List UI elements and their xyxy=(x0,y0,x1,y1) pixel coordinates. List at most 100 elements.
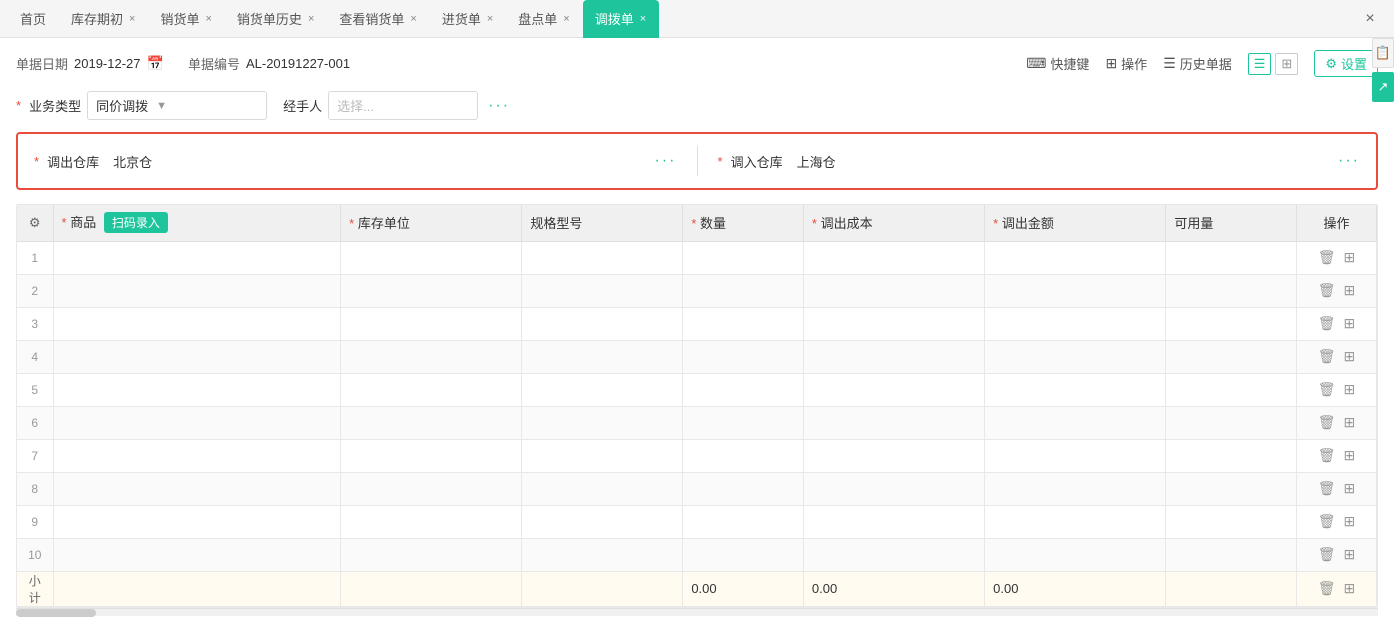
delete-row-icon[interactable]: 🗑 xyxy=(1318,315,1336,332)
row-product[interactable] xyxy=(53,472,341,505)
tab-inventory-init-close[interactable]: × xyxy=(129,13,135,25)
row-qty[interactable] xyxy=(683,274,804,307)
tab-view-sales-close[interactable]: × xyxy=(410,13,416,25)
delete-row-icon[interactable]: 🗑 xyxy=(1318,348,1336,365)
row-product[interactable] xyxy=(53,373,341,406)
tab-inventory-init[interactable]: 库存期初 × xyxy=(59,0,148,38)
delete-row-icon[interactable]: 🗑 xyxy=(1318,546,1336,563)
row-unit[interactable] xyxy=(341,439,522,472)
delete-row-icon[interactable]: 🗑 xyxy=(1318,414,1336,431)
transfer-out-more-icon[interactable]: ··· xyxy=(655,152,677,170)
row-amount[interactable] xyxy=(985,241,1166,274)
row-product[interactable] xyxy=(53,274,341,307)
tab-sales-history-close[interactable]: × xyxy=(308,13,314,25)
person-more-icon[interactable]: ··· xyxy=(488,97,510,115)
tab-sales-order-close[interactable]: × xyxy=(205,13,211,25)
row-amount[interactable] xyxy=(985,340,1166,373)
row-amount[interactable] xyxy=(985,538,1166,571)
tab-stocktake-close[interactable]: × xyxy=(563,13,569,25)
row-unit[interactable] xyxy=(341,406,522,439)
row-product[interactable] xyxy=(53,439,341,472)
tab-sales-order[interactable]: 销货单 × xyxy=(148,0,224,38)
row-amount[interactable] xyxy=(985,406,1166,439)
calendar-icon[interactable]: 📅 xyxy=(147,55,164,72)
grid-view-icon[interactable]: ⊞ xyxy=(1275,53,1298,75)
row-qty[interactable] xyxy=(683,538,804,571)
settings-button[interactable]: ⚙ 设置 xyxy=(1314,50,1378,77)
copy-row-icon[interactable]: ⊞ xyxy=(1344,414,1356,431)
copy-row-icon[interactable]: ⊞ xyxy=(1344,348,1356,365)
row-amount[interactable] xyxy=(985,505,1166,538)
row-spec[interactable] xyxy=(522,538,683,571)
row-spec[interactable] xyxy=(522,406,683,439)
th-settings[interactable]: ⚙ xyxy=(17,205,53,241)
row-unit[interactable] xyxy=(341,241,522,274)
horizontal-scrollbar[interactable] xyxy=(16,608,1378,616)
row-qty[interactable] xyxy=(683,373,804,406)
row-cost[interactable] xyxy=(803,373,984,406)
row-unit[interactable] xyxy=(341,538,522,571)
sidebar-expand-icon[interactable]: ↗ xyxy=(1372,72,1394,102)
row-qty[interactable] xyxy=(683,439,804,472)
row-product[interactable] xyxy=(53,307,341,340)
row-qty[interactable] xyxy=(683,340,804,373)
row-qty[interactable] xyxy=(683,406,804,439)
list-view-icon[interactable]: ☰ xyxy=(1248,53,1272,75)
row-amount[interactable] xyxy=(985,472,1166,505)
tab-transfer-close[interactable]: × xyxy=(640,13,646,25)
row-unit[interactable] xyxy=(341,307,522,340)
copy-row-icon[interactable]: ⊞ xyxy=(1344,249,1356,266)
row-cost[interactable] xyxy=(803,340,984,373)
row-qty[interactable] xyxy=(683,505,804,538)
row-product[interactable] xyxy=(53,406,341,439)
tab-stocktake[interactable]: 盘点单 × xyxy=(506,0,582,38)
tab-home[interactable]: 首页 xyxy=(8,0,59,38)
row-unit[interactable] xyxy=(341,340,522,373)
copy-row-icon[interactable]: ⊞ xyxy=(1344,282,1356,299)
tab-sales-history[interactable]: 销货单历史 × xyxy=(225,0,327,38)
row-qty[interactable] xyxy=(683,307,804,340)
row-product[interactable] xyxy=(53,505,341,538)
row-unit[interactable] xyxy=(341,274,522,307)
row-cost[interactable] xyxy=(803,505,984,538)
row-unit[interactable] xyxy=(341,472,522,505)
row-cost[interactable] xyxy=(803,472,984,505)
copy-row-icon[interactable]: ⊞ xyxy=(1344,447,1356,464)
row-spec[interactable] xyxy=(522,373,683,406)
copy-row-icon[interactable]: ⊞ xyxy=(1344,546,1356,563)
delete-row-icon[interactable]: 🗑 xyxy=(1318,447,1336,464)
copy-row-icon[interactable]: ⊞ xyxy=(1344,480,1356,497)
row-cost[interactable] xyxy=(803,241,984,274)
scrollbar-thumb[interactable] xyxy=(16,609,96,617)
row-cost[interactable] xyxy=(803,274,984,307)
row-cost[interactable] xyxy=(803,307,984,340)
copy-row-icon[interactable]: ⊞ xyxy=(1344,513,1356,530)
row-amount[interactable] xyxy=(985,274,1166,307)
row-qty[interactable] xyxy=(683,241,804,274)
tab-purchase-order[interactable]: 进货单 × xyxy=(430,0,506,38)
tab-purchase-order-close[interactable]: × xyxy=(487,13,493,25)
row-product[interactable] xyxy=(53,340,341,373)
scan-button[interactable]: 扫码录入 xyxy=(104,212,168,233)
row-unit[interactable] xyxy=(341,373,522,406)
copy-row-icon[interactable]: ⊞ xyxy=(1344,381,1356,398)
copy-row-icon[interactable]: ⊞ xyxy=(1344,315,1356,332)
sidebar-doc-icon[interactable]: 📋 xyxy=(1372,38,1394,68)
delete-icon[interactable]: 🗑 xyxy=(1318,580,1336,597)
delete-row-icon[interactable]: 🗑 xyxy=(1318,249,1336,266)
row-product[interactable] xyxy=(53,241,341,274)
row-cost[interactable] xyxy=(803,538,984,571)
delete-row-icon[interactable]: 🗑 xyxy=(1318,381,1336,398)
tab-transfer[interactable]: 调拨单 × xyxy=(583,0,659,38)
row-spec[interactable] xyxy=(522,307,683,340)
tab-view-sales[interactable]: 查看销货单 × xyxy=(327,0,429,38)
row-amount[interactable] xyxy=(985,373,1166,406)
transfer-in-more-icon[interactable]: ··· xyxy=(1338,152,1360,170)
row-spec[interactable] xyxy=(522,505,683,538)
row-spec[interactable] xyxy=(522,439,683,472)
copy-icon[interactable]: ⊞ xyxy=(1344,580,1356,597)
row-unit[interactable] xyxy=(341,505,522,538)
row-amount[interactable] xyxy=(985,439,1166,472)
row-cost[interactable] xyxy=(803,439,984,472)
history-button[interactable]: ☰ 历史单据 xyxy=(1163,54,1232,73)
